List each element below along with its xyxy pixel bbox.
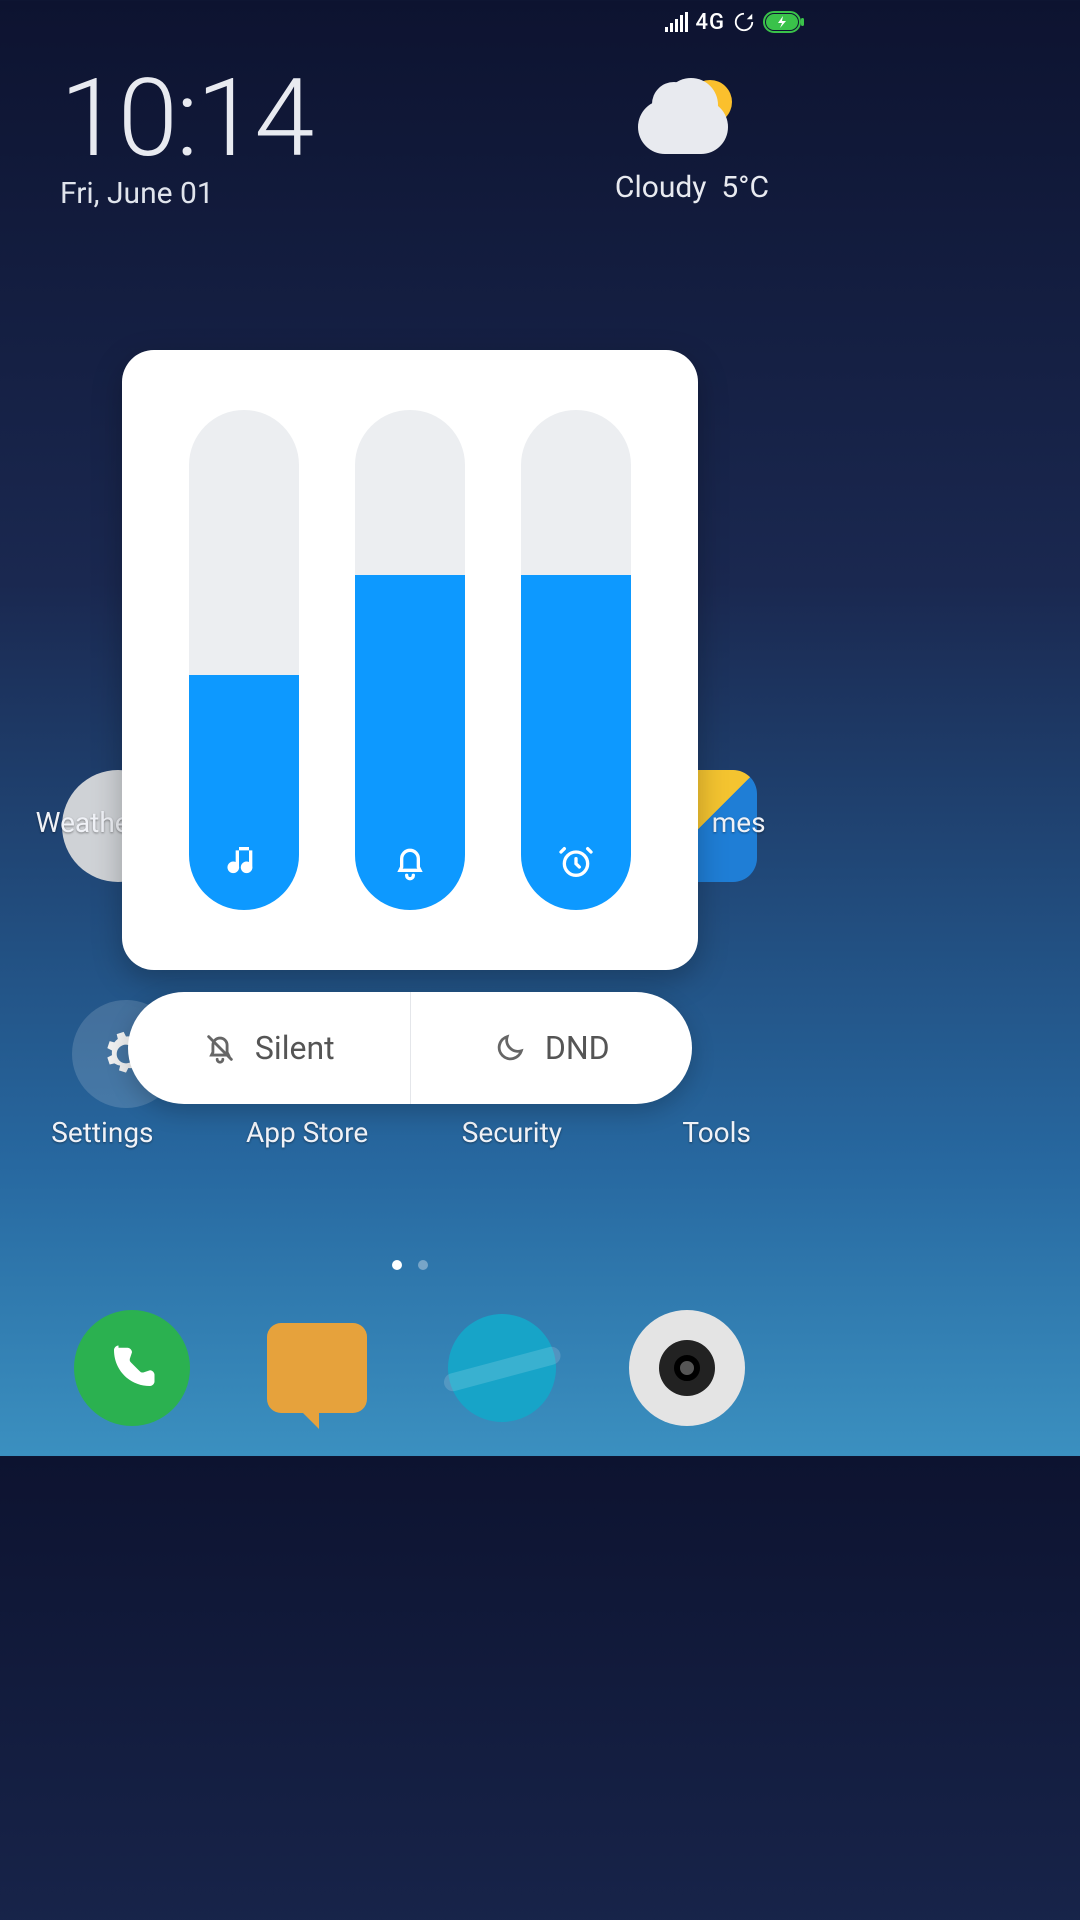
app-settings[interactable]: Settings xyxy=(12,1116,192,1149)
phone-icon xyxy=(105,1341,159,1395)
volume-fill-media xyxy=(189,675,299,910)
weather-widget[interactable]: Cloudy 5°C xyxy=(615,70,769,205)
dock xyxy=(0,1310,819,1426)
volume-slider-alarm[interactable] xyxy=(521,410,631,910)
app-label: mes xyxy=(712,806,766,839)
app-tools[interactable]: Tools xyxy=(627,1116,807,1149)
browser-icon xyxy=(436,1302,568,1434)
dnd-button[interactable]: DND xyxy=(411,992,693,1104)
sync-icon xyxy=(733,11,755,33)
page-indicator[interactable] xyxy=(0,1260,819,1270)
dnd-label: DND xyxy=(545,1029,610,1067)
volume-fill-alarm xyxy=(521,575,631,910)
dock-browser[interactable] xyxy=(444,1310,560,1426)
camera-icon xyxy=(659,1340,715,1396)
volume-panel xyxy=(122,350,698,970)
dock-phone[interactable] xyxy=(74,1310,190,1426)
weather-cloudy-icon xyxy=(642,70,742,160)
bell-off-icon xyxy=(203,1031,237,1065)
page-dot-2 xyxy=(418,1260,428,1270)
dock-messages[interactable] xyxy=(259,1310,375,1426)
alarm-icon xyxy=(556,842,596,882)
volume-slider-media[interactable] xyxy=(189,410,299,910)
volume-slider-ring[interactable] xyxy=(355,410,465,910)
signal-icon xyxy=(664,12,688,32)
home-row-2: Settings App Store Security Tools xyxy=(0,1116,819,1149)
silent-label: Silent xyxy=(255,1029,335,1067)
battery-charging-icon xyxy=(763,11,805,33)
volume-fill-ring xyxy=(355,575,465,910)
status-bar: 4G xyxy=(0,0,819,44)
app-security[interactable]: Security xyxy=(422,1116,602,1149)
silent-button[interactable]: Silent xyxy=(128,992,411,1104)
page-dot-1 xyxy=(392,1260,402,1270)
network-type: 4G xyxy=(696,10,726,35)
clock-time: 10:14 xyxy=(60,56,312,182)
clock-widget[interactable]: 10:14 Fri, June 01 xyxy=(60,56,312,211)
dock-camera[interactable] xyxy=(629,1310,745,1426)
weather-text: Cloudy 5°C xyxy=(615,170,769,205)
app-appstore[interactable]: App Store xyxy=(217,1116,397,1149)
moon-icon xyxy=(493,1031,527,1065)
message-icon xyxy=(267,1323,367,1413)
music-icon xyxy=(224,842,264,882)
sound-mode-bar: Silent DND xyxy=(128,992,692,1104)
bell-icon xyxy=(390,842,430,882)
